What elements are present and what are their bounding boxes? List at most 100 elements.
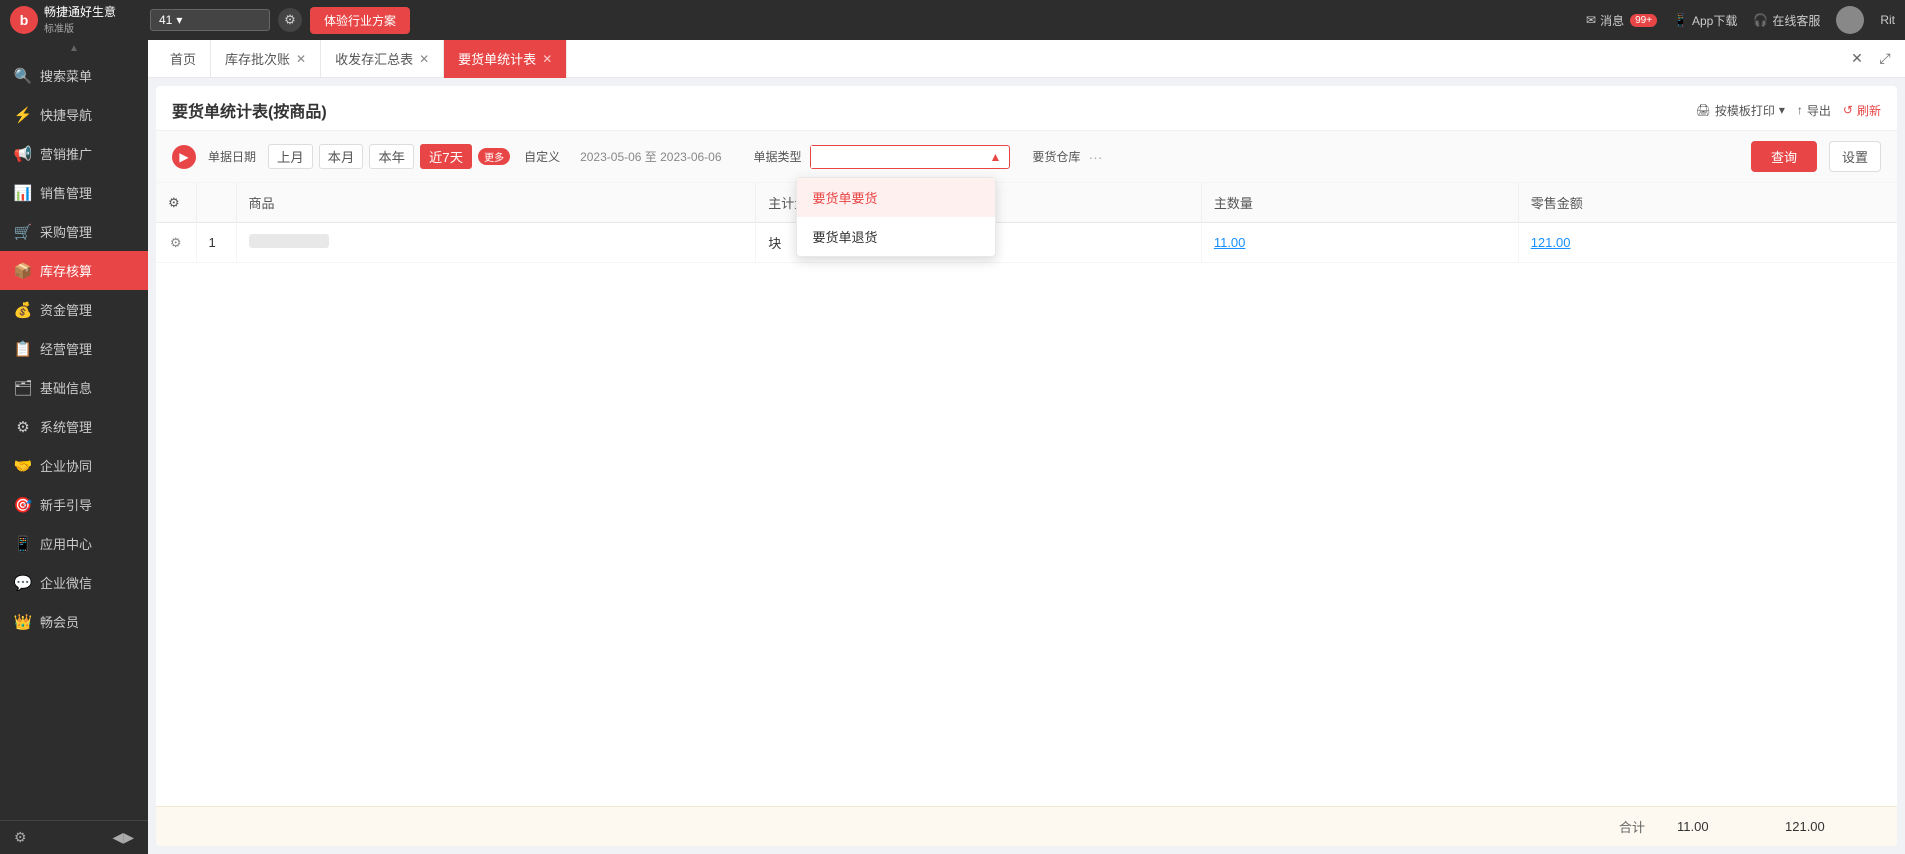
tab-inventory-batch[interactable]: 库存批次账✕ bbox=[211, 40, 321, 78]
filter-expand-button[interactable]: ▶ bbox=[172, 145, 196, 169]
type-filter-input[interactable] bbox=[811, 146, 982, 168]
tab-close-request-summary[interactable]: ✕ bbox=[542, 52, 552, 66]
message-button[interactable]: ✉ 消息 99+ bbox=[1586, 12, 1657, 29]
dropdown-item-request-order[interactable]: 要货单要货 bbox=[797, 178, 995, 217]
export-button[interactable]: ↑ 导出 bbox=[1797, 102, 1831, 119]
system-icon: ⚙ bbox=[14, 418, 32, 436]
tab-label-home: 首页 bbox=[170, 49, 196, 68]
sidebar-settings-button[interactable]: ⚙ bbox=[14, 829, 27, 846]
page-header: 要货单统计表(按商品) 🖨 按模板打印 ▾ ↑ 导出 ↺ 刷新 bbox=[156, 86, 1897, 131]
sidebar-label-base: 基础信息 bbox=[40, 378, 92, 397]
sidebar-item-marketing[interactable]: 📢 营销推广 bbox=[0, 134, 148, 173]
sidebar-item-quicknav[interactable]: ⚡ 快捷导航 bbox=[0, 95, 148, 134]
table-body: ⚙ 1 块 11.00 121.00 bbox=[156, 223, 1897, 263]
sidebar-item-operations[interactable]: 📋 经营管理 bbox=[0, 329, 148, 368]
sidebar-label-purchase: 采购管理 bbox=[40, 222, 92, 241]
sidebar-item-base[interactable]: 🗂 基础信息 bbox=[0, 368, 148, 407]
page-content: 要货单统计表(按商品) 🖨 按模板打印 ▾ ↑ 导出 ↺ 刷新 bbox=[156, 86, 1897, 846]
close-tab-button[interactable]: ✕ bbox=[1845, 47, 1869, 71]
this-year-button[interactable]: 本年 bbox=[369, 144, 414, 169]
scroll-up-indicator[interactable]: ▲ bbox=[0, 40, 148, 56]
message-badge: 99+ bbox=[1630, 14, 1657, 27]
app-download-label: App下载 bbox=[1692, 12, 1737, 29]
username-label: Rit bbox=[1880, 13, 1895, 27]
filter-bar: ▶ 单据日期 上月 本月 本年 近7天 更多 自定义 2023-05-06 至 … bbox=[156, 131, 1897, 183]
tab-request-summary[interactable]: 要货单统计表✕ bbox=[444, 40, 567, 78]
company-name: 41 bbox=[159, 13, 172, 27]
last-month-button[interactable]: 上月 bbox=[268, 144, 313, 169]
sidebar-item-member[interactable]: 👑 畅会员 bbox=[0, 602, 148, 641]
dropdown-item-request-return[interactable]: 要货单退货 bbox=[797, 217, 995, 256]
download-icon: 📱 bbox=[1673, 13, 1688, 27]
query-button[interactable]: 查询 bbox=[1751, 141, 1817, 172]
tab-receive-summary[interactable]: 收发存汇总表 ✕ bbox=[321, 40, 444, 78]
footer-quantity: 11.00 bbox=[1665, 819, 1765, 834]
industry-button[interactable]: 体验行业方案 bbox=[310, 7, 410, 34]
last-7-days-button[interactable]: 近7天 bbox=[420, 144, 472, 169]
sidebar-footer: ⚙ ◀▶ bbox=[0, 820, 148, 854]
sidebar-item-wechat[interactable]: 💬 企业微信 bbox=[0, 563, 148, 602]
custom-date-button[interactable]: 自定义 bbox=[516, 146, 568, 167]
sidebar-item-guide[interactable]: 🎯 新手引导 bbox=[0, 485, 148, 524]
tabs-right: ✕ ⤢ bbox=[1845, 47, 1897, 71]
tab-label-receive-summary: 收发存汇总表 bbox=[335, 49, 413, 68]
sidebar-label-inventory: 库存核算 bbox=[40, 261, 92, 280]
logo-icon: b bbox=[10, 6, 38, 34]
export-icon: ↑ bbox=[1797, 103, 1803, 117]
chevron-down-icon: ▾ bbox=[1779, 103, 1785, 117]
sidebar-collapse-button[interactable]: ◀▶ bbox=[112, 829, 134, 846]
warehouse-filter-dots[interactable]: ··· bbox=[1088, 149, 1102, 165]
sidebar-item-enterprise[interactable]: 🤝 企业协同 bbox=[0, 446, 148, 485]
tab-home[interactable]: 首页 bbox=[156, 40, 211, 78]
refresh-button[interactable]: ↺ 刷新 bbox=[1843, 102, 1881, 119]
topbar: b 畅捷通好生意 标准版 41 ▾ ⚙ 体验行业方案 ✉ 消息 99+ 📱 Ap… bbox=[0, 0, 1905, 40]
message-label: 消息 bbox=[1600, 12, 1624, 29]
sidebar-item-inventory[interactable]: 📦 库存核算 bbox=[0, 251, 148, 290]
print-button[interactable]: 🖨 按模板打印 ▾ bbox=[1696, 102, 1785, 119]
app-download-button[interactable]: 📱 App下载 bbox=[1673, 12, 1737, 29]
settings-button[interactable]: 设置 bbox=[1829, 141, 1881, 172]
gear-icon[interactable]: ⚙ bbox=[168, 195, 180, 210]
row-product-0 bbox=[236, 223, 756, 263]
main-layout: ▲ 🔍 搜索菜单 ⚡ 快捷导航 📢 营销推广 📊 销售管理 🛒 采购管理 📦 库… bbox=[0, 40, 1905, 854]
row-settings-0[interactable]: ⚙ bbox=[156, 223, 196, 263]
this-month-button[interactable]: 本月 bbox=[319, 144, 364, 169]
company-selector[interactable]: 41 ▾ bbox=[150, 9, 270, 31]
row-quantity-0[interactable]: 11.00 bbox=[1201, 223, 1518, 263]
sidebar-item-search[interactable]: 🔍 搜索菜单 bbox=[0, 56, 148, 95]
sidebar-label-sales: 销售管理 bbox=[40, 183, 92, 202]
topbar-center: 41 ▾ ⚙ 体验行业方案 bbox=[150, 7, 1576, 34]
sidebar-item-sales[interactable]: 📊 销售管理 bbox=[0, 173, 148, 212]
maximize-button[interactable]: ⤢ bbox=[1873, 47, 1897, 71]
row-amount-0[interactable]: 121.00 bbox=[1518, 223, 1897, 263]
type-filter-arrow-icon[interactable]: ▲ bbox=[982, 146, 1010, 168]
page-actions: 🖨 按模板打印 ▾ ↑ 导出 ↺ 刷新 bbox=[1696, 102, 1881, 119]
sidebar-item-finance[interactable]: 💰 资金管理 bbox=[0, 290, 148, 329]
date-filter-group: 上月 本月 本年 近7天 更多 自定义 bbox=[268, 144, 568, 169]
table-footer: 合计 11.00 121.00 bbox=[156, 806, 1897, 846]
topbar-settings-button[interactable]: ⚙ bbox=[278, 8, 302, 32]
more-badge[interactable]: 更多 bbox=[478, 148, 510, 165]
app-logo: b 畅捷通好生意 标准版 bbox=[10, 5, 140, 34]
sidebar-label-wechat: 企业微信 bbox=[40, 573, 92, 592]
tab-close-inventory-batch[interactable]: ✕ bbox=[296, 52, 306, 66]
avatar[interactable] bbox=[1836, 6, 1864, 34]
date-range-display: 2023-05-06 至 2023-06-06 bbox=[580, 148, 721, 165]
tab-close-receive-summary[interactable]: ✕ bbox=[419, 52, 429, 66]
data-table: ⚙ 商品 主计量单位 主数量 零售金额 ⚙ 1 块 11.00 bbox=[156, 183, 1897, 263]
search-icon: 🔍 bbox=[14, 67, 32, 85]
sidebar-item-system[interactable]: ⚙ 系统管理 bbox=[0, 407, 148, 446]
sidebar-item-appcenter[interactable]: 📱 应用中心 bbox=[0, 524, 148, 563]
member-icon: 👑 bbox=[14, 613, 32, 631]
sidebar-item-purchase[interactable]: 🛒 采购管理 bbox=[0, 212, 148, 251]
tabs-bar: 首页库存批次账✕收发存汇总表✕要货单统计表✕ ✕ ⤢ bbox=[148, 40, 1905, 78]
online-service-button[interactable]: 🎧 在线客服 bbox=[1753, 12, 1820, 29]
quicknav-icon: ⚡ bbox=[14, 106, 32, 124]
online-service-label: 在线客服 bbox=[1772, 12, 1820, 29]
page-title: 要货单统计表(按商品) bbox=[172, 98, 327, 122]
footer-amount: 121.00 bbox=[1785, 819, 1885, 834]
seq-col-header bbox=[196, 183, 236, 223]
type-filter-input-group: ▲ bbox=[810, 145, 1011, 169]
table-header-row: ⚙ 商品 主计量单位 主数量 零售金额 bbox=[156, 183, 1897, 223]
sidebar-label-member: 畅会员 bbox=[40, 612, 79, 631]
